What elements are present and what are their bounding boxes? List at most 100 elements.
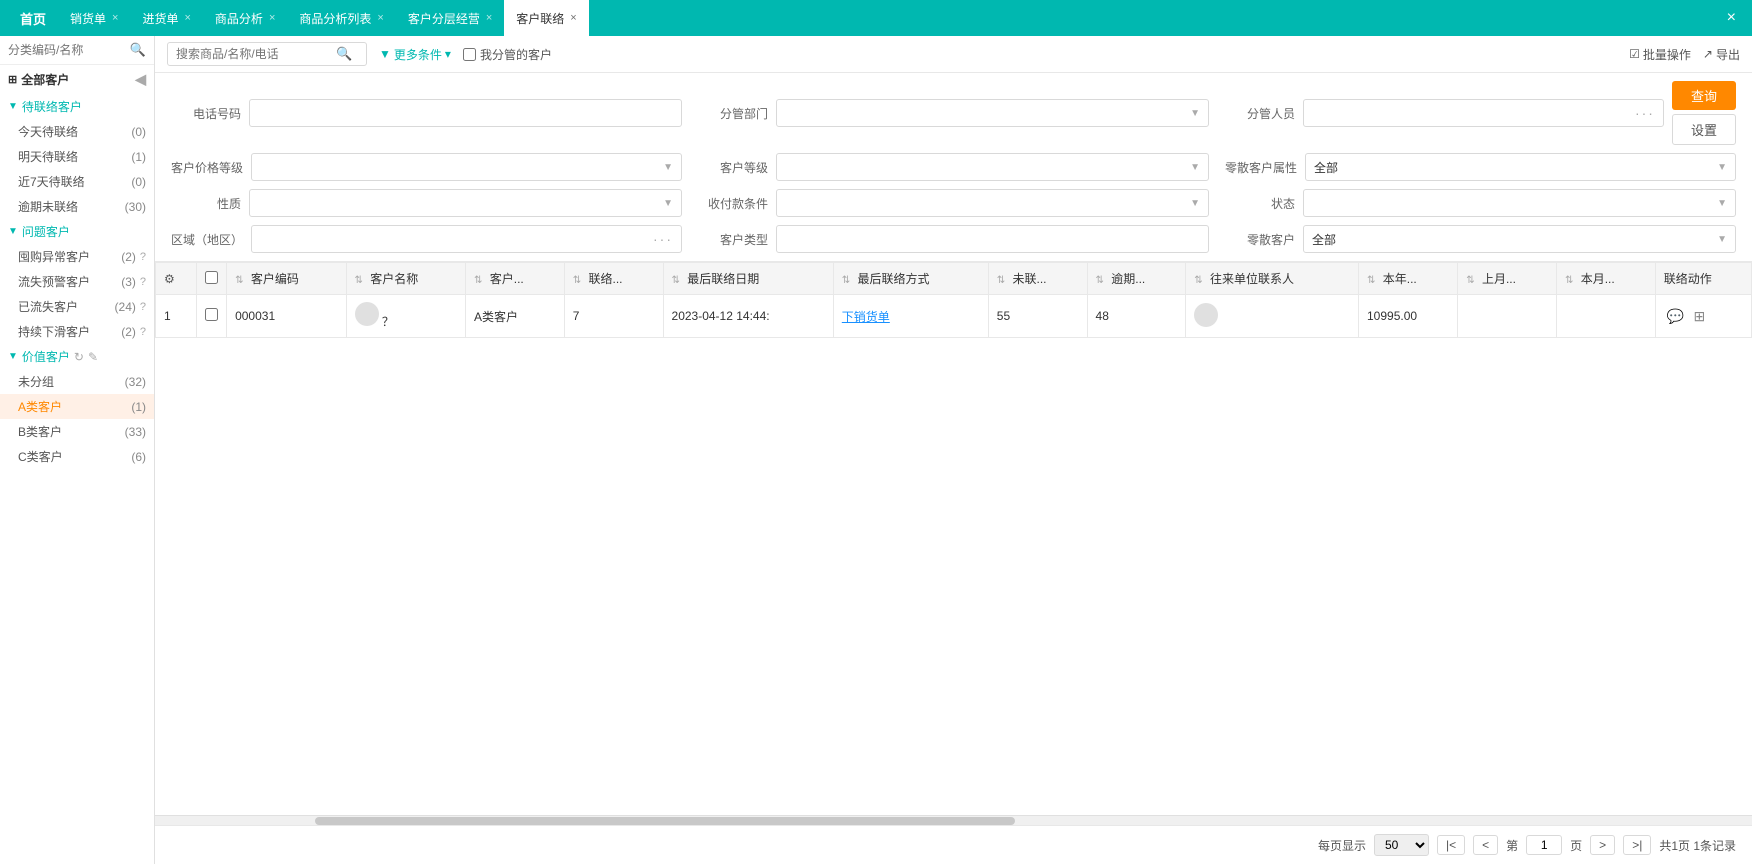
retail-select[interactable]: 全部 ▼: [1303, 225, 1736, 253]
sort-method-icon[interactable]: ⇅: [842, 275, 850, 286]
close-purchase-tab[interactable]: ×: [184, 12, 190, 24]
sidebar-item-churned[interactable]: 已流失客户 (24) ?: [0, 294, 154, 319]
sort-no-contact-icon[interactable]: ⇅: [997, 275, 1005, 286]
refresh-icon[interactable]: ↻: [74, 350, 84, 364]
grid-icon: ⊞: [8, 73, 17, 86]
sidebar-item-c-class[interactable]: C类客户 (6): [0, 444, 154, 469]
nav-tab-customer-contact[interactable]: 客户联络 ×: [504, 0, 588, 36]
col-overdue: ⇅ 逾期...: [1087, 263, 1186, 295]
nav-tab-product-analysis[interactable]: 商品分析 ×: [203, 0, 287, 36]
query-button[interactable]: 查询: [1672, 81, 1736, 110]
col-last-method: ⇅ 最后联络方式: [833, 263, 988, 295]
person-input[interactable]: ···: [1303, 99, 1664, 127]
price-level-select[interactable]: ▼: [251, 153, 682, 181]
sidebar-item-hoarding[interactable]: 囤购异常客户 (2) ?: [0, 244, 154, 269]
sort-code-icon[interactable]: ⇅: [235, 275, 243, 286]
filter-row-customer-level: 客户等级 ▼: [698, 153, 1209, 181]
my-customers-checkbox[interactable]: [463, 48, 476, 61]
close-customer-tier-tab[interactable]: ×: [486, 12, 492, 24]
sidebar-item-today[interactable]: 今天待联络 (0): [0, 119, 154, 144]
filter-row-person: 分管人员 ··· 查询 设置: [1225, 81, 1736, 145]
search-bar: 🔍 ▼ 更多条件 ▾ 我分管的客户 ☑ 批量操作 ↗ 导出: [155, 36, 1752, 73]
last-page-button[interactable]: >|: [1623, 835, 1651, 855]
select-all-checkbox[interactable]: [205, 271, 218, 284]
sidebar-item-ungroup[interactable]: 未分组 (32): [0, 369, 154, 394]
sidebar-item-b-class[interactable]: B类客户 (33): [0, 419, 154, 444]
sort-overdue-icon[interactable]: ⇅: [1096, 275, 1104, 286]
question-icon-1: ?: [140, 251, 146, 263]
sort-name-icon[interactable]: ⇅: [355, 275, 363, 286]
sort-this-month-icon[interactable]: ⇅: [1565, 275, 1573, 286]
sidebar-group-problem[interactable]: ▼ 问题客户: [0, 219, 154, 244]
export-button[interactable]: ↗ 导出: [1703, 46, 1740, 63]
retail-label: 零散客户: [1225, 231, 1295, 248]
nav-tab-purchase[interactable]: 进货单 ×: [130, 0, 202, 36]
nav-tab-customer-tier[interactable]: 客户分层经营 ×: [396, 0, 504, 36]
all-customers-header[interactable]: ⊞ 全部客户 ◀: [0, 65, 154, 94]
close-all-button[interactable]: ×: [1719, 9, 1744, 27]
customer-level-select[interactable]: ▼: [776, 153, 1209, 181]
sidebar: 🔍 ⊞ 全部客户 ◀ ▼ 待联络客户 今天待联络 (0) 明天待联络 (1) 近…: [0, 36, 155, 864]
dept-select[interactable]: ▼: [776, 99, 1209, 127]
sidebar-item-tomorrow[interactable]: 明天待联络 (1): [0, 144, 154, 169]
close-customer-contact-tab[interactable]: ×: [570, 12, 576, 24]
sidebar-group-pending[interactable]: ▼ 待联络客户: [0, 94, 154, 119]
table-settings-icon[interactable]: ⚙: [164, 272, 175, 286]
my-customers-checkbox-label[interactable]: 我分管的客户: [463, 46, 552, 63]
sidebar-search-input[interactable]: [8, 43, 130, 57]
sidebar-item-declining[interactable]: 持续下滑客户 (2) ?: [0, 319, 154, 344]
scrollbar-thumb[interactable]: [315, 817, 1015, 825]
filter-actions: 查询 设置: [1672, 81, 1736, 145]
main-layout: 🔍 ⊞ 全部客户 ◀ ▼ 待联络客户 今天待联络 (0) 明天待联络 (1) 近…: [0, 36, 1752, 864]
next-page-button[interactable]: >: [1590, 835, 1615, 855]
horizontal-scrollbar[interactable]: [155, 815, 1752, 825]
nav-tab-product-list[interactable]: 商品分析列表 ×: [287, 0, 395, 36]
person-dots: ···: [1635, 105, 1655, 121]
col-settings[interactable]: ⚙: [156, 263, 197, 295]
filter-row-price-level: 客户价格等级 ▼: [171, 153, 682, 181]
filter-row-retail: 零散客户 全部 ▼: [1225, 225, 1736, 253]
col-last-date: ⇅ 最后联络日期: [663, 263, 833, 295]
sort-date-icon[interactable]: ⇅: [672, 275, 680, 286]
page-number-input[interactable]: [1526, 835, 1562, 855]
sort-contact-icon[interactable]: ⇅: [573, 275, 581, 286]
retail-attr-select[interactable]: 全部 ▼: [1305, 153, 1736, 181]
settings-button[interactable]: 设置: [1672, 114, 1736, 145]
nature-select[interactable]: ▼: [249, 189, 682, 217]
close-product-analysis-tab[interactable]: ×: [269, 12, 275, 24]
sort-contacts-icon[interactable]: ⇅: [1194, 275, 1202, 286]
sidebar-item-overdue[interactable]: 逾期未联络 (30): [0, 194, 154, 219]
search-input[interactable]: [176, 47, 336, 61]
batch-ops-button[interactable]: ☑ 批量操作: [1629, 46, 1691, 63]
sidebar-item-churn-warning[interactable]: 流失预警客户 (3) ?: [0, 269, 154, 294]
prev-page-button[interactable]: <: [1473, 835, 1498, 855]
page-size-select[interactable]: 50 100 200: [1374, 834, 1429, 856]
phone-input[interactable]: [249, 99, 682, 127]
price-level-label: 客户价格等级: [171, 159, 243, 176]
first-page-button[interactable]: |<: [1437, 835, 1465, 855]
row-checkbox[interactable]: [205, 308, 218, 321]
sidebar-item-a-class[interactable]: A类客户 (1): [0, 394, 154, 419]
collapse-sidebar-button[interactable]: ◀: [135, 71, 146, 88]
nav-tab-home[interactable]: 首页: [8, 0, 58, 36]
nature-label: 性质: [171, 195, 241, 212]
last-method-link[interactable]: 下销货单: [842, 310, 890, 324]
edit-value-icon[interactable]: ✎: [88, 350, 98, 364]
row-last-month: [1458, 295, 1557, 338]
nav-tab-sales[interactable]: 销货单 ×: [58, 0, 130, 36]
close-sales-tab[interactable]: ×: [112, 12, 118, 24]
close-product-list-tab[interactable]: ×: [377, 12, 383, 24]
more-conditions-button[interactable]: ▼ 更多条件 ▾: [379, 46, 451, 63]
payment-select[interactable]: ▼: [776, 189, 1209, 217]
chat-icon[interactable]: 💬: [1667, 308, 1684, 324]
status-select[interactable]: ▼: [1303, 189, 1736, 217]
customer-type-input[interactable]: [776, 225, 1209, 253]
sort-last-month-icon[interactable]: ⇅: [1466, 275, 1474, 286]
qr-icon[interactable]: ⊞: [1694, 308, 1706, 324]
sort-this-year-icon[interactable]: ⇅: [1367, 275, 1375, 286]
sort-type-icon[interactable]: ⇅: [474, 275, 482, 286]
sidebar-item-7days[interactable]: 近7天待联络 (0): [0, 169, 154, 194]
area-input[interactable]: ···: [251, 225, 682, 253]
sidebar-group-value[interactable]: ▼ 价值客户 ↻ ✎: [0, 344, 154, 369]
contact-avatar: [1194, 303, 1218, 327]
